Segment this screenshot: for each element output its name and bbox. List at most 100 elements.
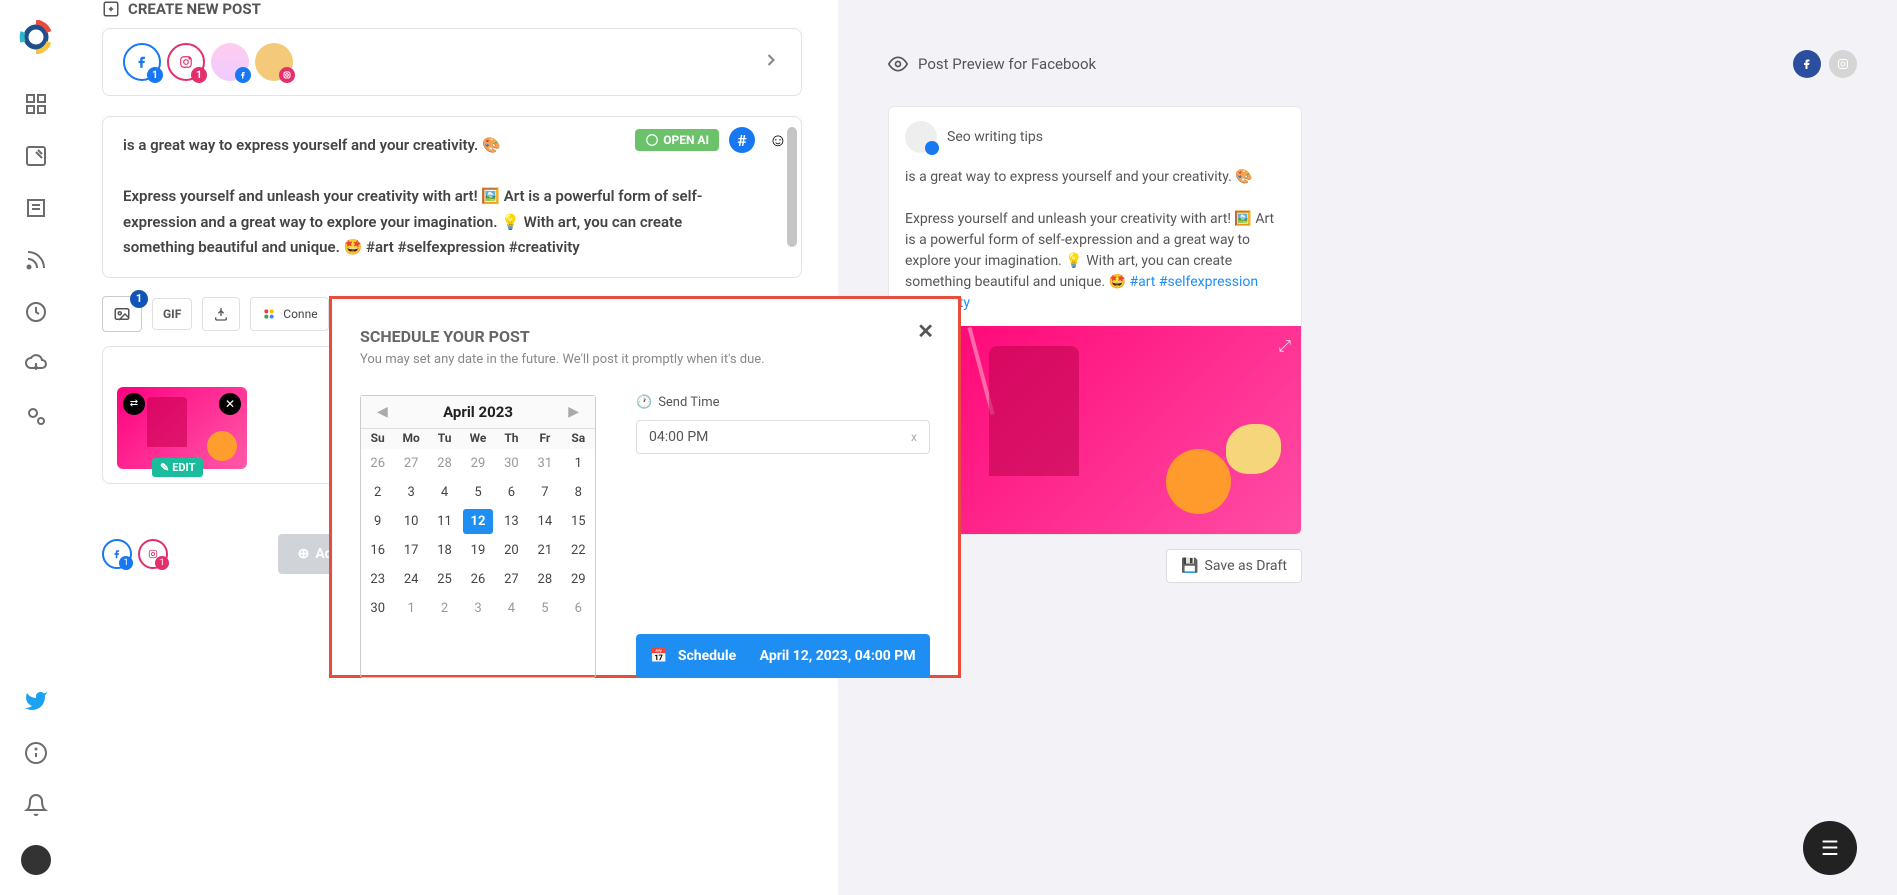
schedule-confirm-button[interactable]: 📅 Schedule April 12, 2023, 04:00 PM [636, 634, 930, 678]
calendar-day[interactable]: 19 [461, 536, 494, 565]
schedule-modal: ✕ SCHEDULE YOUR POST You may set any dat… [329, 296, 961, 678]
twitter-icon[interactable] [24, 689, 48, 713]
calendar-day[interactable]: 1 [562, 449, 595, 478]
network-toggles [1793, 50, 1857, 78]
calendar-day[interactable]: 1 [394, 594, 427, 623]
prev-month[interactable]: ◀ [371, 402, 394, 422]
page-title-text: CREATE NEW POST [128, 0, 261, 18]
add-image-button[interactable]: 1 [102, 296, 142, 332]
account-page-2[interactable] [255, 43, 293, 81]
expand-icon[interactable]: ⤢ [1278, 336, 1291, 356]
connect-label: Conne [283, 307, 317, 321]
save-draft-button[interactable]: 💾 Save as Draft [1166, 549, 1302, 583]
calendar-day[interactable]: 28 [428, 449, 461, 478]
calendar-day[interactable]: 8 [562, 478, 595, 507]
time-clear[interactable]: x [911, 430, 917, 444]
calendar-day[interactable]: 22 [562, 536, 595, 565]
dashboard-icon[interactable] [24, 92, 48, 116]
info-icon[interactable] [24, 741, 48, 765]
fb-badge: 1 [147, 67, 163, 83]
preview-panel: Post Preview for Facebook Seo writing ti… [838, 0, 1897, 895]
settings-icon[interactable] [24, 404, 48, 428]
edit-label: EDIT [172, 461, 195, 474]
calendar-day[interactable]: 9 [361, 507, 394, 536]
calendar-day[interactable]: 12 [463, 509, 492, 534]
calendar-day[interactable]: 31 [528, 449, 561, 478]
calendar-day[interactable]: 15 [562, 507, 595, 536]
media-thumbnail[interactable]: ⇄ ✕ ✎ EDIT [117, 387, 247, 469]
composer-toolbar: OPEN AI # ☺ [635, 127, 791, 153]
hashtag-button[interactable]: # [729, 127, 755, 153]
post-composer[interactable]: OPEN AI # ☺ is a great way to express yo… [102, 116, 802, 278]
footer-ig[interactable]: 1 [138, 539, 168, 569]
swap-icon[interactable]: ⇄ [123, 393, 145, 415]
preview-account-name: Seo writing tips [947, 129, 1043, 145]
rss-icon[interactable] [24, 248, 48, 272]
time-input[interactable]: 04:00 PM x [636, 420, 930, 454]
calendar-day[interactable]: 25 [428, 565, 461, 594]
send-time-label: 🕐 Send Time [636, 395, 930, 410]
recycle-icon[interactable] [24, 300, 48, 324]
compose-icon[interactable] [24, 144, 48, 168]
calendar-day[interactable]: 27 [495, 565, 528, 594]
calendar-day[interactable]: 21 [528, 536, 561, 565]
calendar-day[interactable]: 27 [394, 449, 427, 478]
calendar-day[interactable]: 4 [428, 478, 461, 507]
upload-button[interactable] [202, 297, 240, 331]
calendar-day[interactable]: 10 [394, 507, 427, 536]
calendar-day[interactable]: 16 [361, 536, 394, 565]
calendar-day[interactable]: 23 [361, 565, 394, 594]
calendar-day[interactable]: 29 [461, 449, 494, 478]
calendar-day[interactable]: 29 [562, 565, 595, 594]
modal-subtitle: You may set any date in the future. We'l… [360, 352, 930, 367]
preview-card-header: Seo writing tips [889, 107, 1301, 167]
connect-button[interactable]: Conne [250, 297, 328, 331]
user-avatar[interactable] [21, 845, 51, 875]
calendar-day[interactable]: 3 [461, 594, 494, 623]
calendar-day[interactable]: 4 [495, 594, 528, 623]
preview-line1: is a great way to express yourself and y… [905, 167, 1285, 188]
calendar-day[interactable]: 3 [394, 478, 427, 507]
calendar-day[interactable]: 11 [428, 507, 461, 536]
calendar-day[interactable]: 14 [528, 507, 561, 536]
footer-fb[interactable]: 1 [102, 539, 132, 569]
next-month[interactable]: ▶ [562, 402, 585, 422]
delete-icon[interactable]: ✕ [219, 393, 241, 415]
openai-button[interactable]: OPEN AI [635, 129, 719, 151]
composer-scrollbar[interactable] [787, 127, 797, 247]
calendar-day[interactable]: 24 [394, 565, 427, 594]
calendar-day[interactable]: 7 [528, 478, 561, 507]
schedule-btn-label: Schedule [678, 648, 736, 664]
account-facebook[interactable]: 1 [123, 43, 161, 81]
bell-icon[interactable] [24, 793, 48, 817]
calendar-day[interactable]: 30 [495, 449, 528, 478]
calendar-day[interactable]: 6 [562, 594, 595, 623]
calendar-day[interactable]: 2 [428, 594, 461, 623]
download-icon[interactable] [24, 352, 48, 376]
accounts-selector[interactable]: 1 1 [102, 28, 802, 96]
calendar-day[interactable]: 17 [394, 536, 427, 565]
preview-fb-toggle[interactable] [1793, 50, 1821, 78]
calendar-day[interactable]: 20 [495, 536, 528, 565]
add-gif-button[interactable]: GIF [152, 298, 192, 330]
dow-cell: Su [361, 431, 394, 445]
calendar-day[interactable]: 2 [361, 478, 394, 507]
chevron-right-icon [761, 50, 781, 74]
calendar-day[interactable]: 5 [461, 478, 494, 507]
news-icon[interactable] [24, 196, 48, 220]
fab-button[interactable]: ☰ [1803, 821, 1857, 875]
calendar-day[interactable]: 18 [428, 536, 461, 565]
preview-ig-toggle[interactable] [1829, 50, 1857, 78]
calendar-day[interactable]: 28 [528, 565, 561, 594]
account-page-1[interactable] [211, 43, 249, 81]
calendar-day[interactable]: 26 [361, 449, 394, 478]
calendar-day[interactable]: 13 [495, 507, 528, 536]
calendar-day[interactable]: 30 [361, 594, 394, 623]
account-instagram[interactable]: 1 [167, 43, 205, 81]
calendar-day[interactable]: 6 [495, 478, 528, 507]
calendar-day[interactable]: 5 [528, 594, 561, 623]
calendar-day[interactable]: 26 [461, 565, 494, 594]
img-flower [1226, 424, 1281, 474]
close-icon[interactable]: ✕ [917, 319, 934, 343]
edit-button[interactable]: ✎ EDIT [152, 458, 203, 477]
